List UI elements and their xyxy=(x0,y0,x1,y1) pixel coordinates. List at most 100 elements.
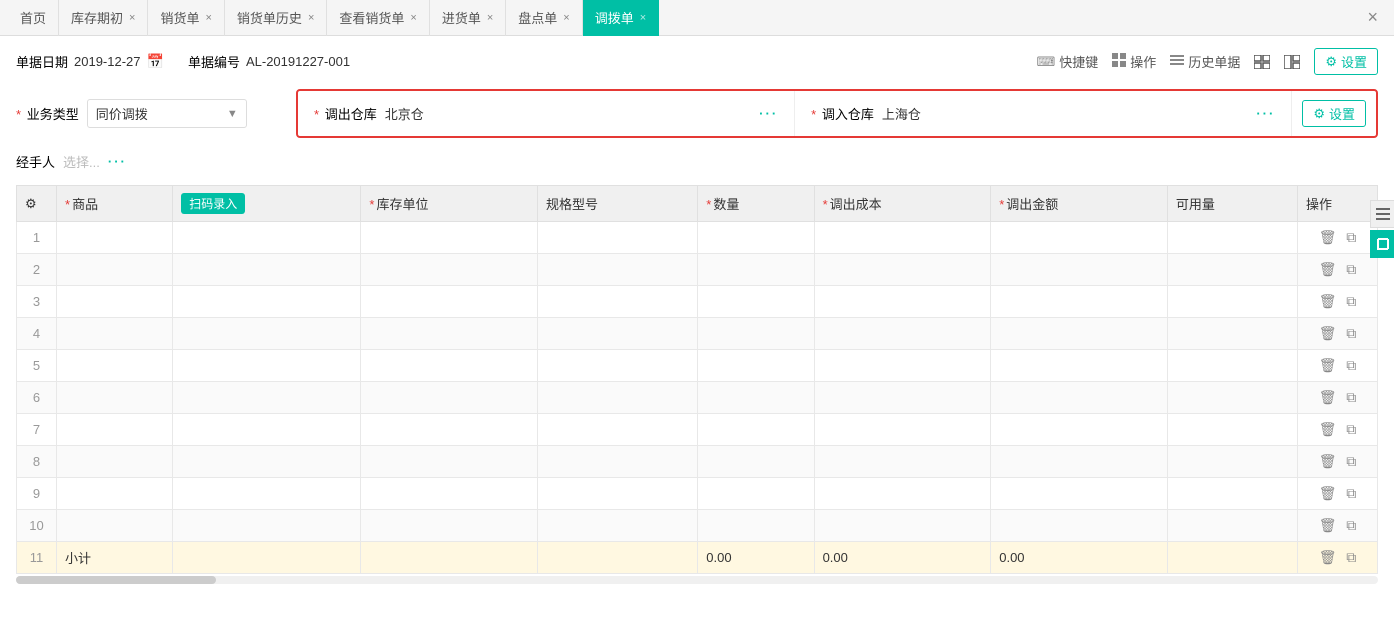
delete-icon[interactable]: 🗑 xyxy=(1319,293,1337,309)
tab-inventory-init[interactable]: 库存期初 × xyxy=(59,0,148,36)
copy-icon[interactable]: ⧉ xyxy=(1346,453,1356,469)
cell-unit[interactable] xyxy=(361,350,538,382)
subtotal-copy-icon[interactable]: ⧉ xyxy=(1346,549,1356,565)
delete-icon[interactable]: 🗑 xyxy=(1319,325,1337,341)
cell-cost[interactable] xyxy=(814,286,991,318)
cell-cost[interactable] xyxy=(814,222,991,254)
scan-button[interactable]: 扫码录入 xyxy=(181,193,245,214)
cell-amount[interactable] xyxy=(991,286,1168,318)
handler-select[interactable]: 选择... xyxy=(63,152,100,171)
settings-button[interactable]: ⚙ 设置 xyxy=(1314,48,1378,75)
cell-amount[interactable] xyxy=(991,382,1168,414)
cell-cost[interactable] xyxy=(814,382,991,414)
cell-cost[interactable] xyxy=(814,478,991,510)
cell-spec[interactable] xyxy=(538,350,698,382)
cell-amount[interactable] xyxy=(991,222,1168,254)
warehouse-out-more-button[interactable]: ··· xyxy=(759,106,778,121)
cell-unit[interactable] xyxy=(361,510,538,542)
cell-amount[interactable] xyxy=(991,510,1168,542)
tab-view-sales[interactable]: 查看销货单 × xyxy=(327,0,429,36)
tab-purchase-order-close[interactable]: × xyxy=(487,12,493,24)
cell-spec[interactable] xyxy=(538,318,698,350)
cell-qty[interactable] xyxy=(698,286,814,318)
cell-spec[interactable] xyxy=(538,414,698,446)
cell-product[interactable] xyxy=(57,382,173,414)
delete-icon[interactable]: 🗑 xyxy=(1319,517,1337,533)
cell-spec[interactable] xyxy=(538,446,698,478)
layout-icon-1[interactable] xyxy=(1254,55,1270,69)
cell-spec[interactable] xyxy=(538,222,698,254)
cell-amount[interactable] xyxy=(991,318,1168,350)
tab-sales-order-close[interactable]: × xyxy=(205,12,211,24)
copy-icon[interactable]: ⧉ xyxy=(1346,229,1356,245)
cell-amount[interactable] xyxy=(991,254,1168,286)
tab-stocktake[interactable]: 盘点单 × xyxy=(506,0,582,36)
cell-qty[interactable] xyxy=(698,254,814,286)
cell-amount[interactable] xyxy=(991,478,1168,510)
cell-product[interactable] xyxy=(57,318,173,350)
float-expand-button[interactable] xyxy=(1370,230,1394,258)
float-list-button[interactable] xyxy=(1370,200,1394,228)
copy-icon[interactable]: ⧉ xyxy=(1346,261,1356,277)
cell-product[interactable] xyxy=(57,414,173,446)
horizontal-scrollbar[interactable] xyxy=(16,576,1378,584)
cell-cost[interactable] xyxy=(814,350,991,382)
cell-qty[interactable] xyxy=(698,318,814,350)
tab-transfer[interactable]: 调拨单 × xyxy=(583,0,659,36)
cell-unit[interactable] xyxy=(361,414,538,446)
copy-icon[interactable]: ⧉ xyxy=(1346,325,1356,341)
delete-icon[interactable]: 🗑 xyxy=(1319,229,1337,245)
warehouse-settings-button[interactable]: ⚙ 设置 xyxy=(1302,100,1366,127)
cell-unit[interactable] xyxy=(361,478,538,510)
cell-qty[interactable] xyxy=(698,350,814,382)
copy-icon[interactable]: ⧉ xyxy=(1346,389,1356,405)
scrollbar-thumb[interactable] xyxy=(16,576,216,584)
operation-action[interactable]: 操作 xyxy=(1112,52,1156,71)
shortcut-action[interactable]: ⌨ 快捷键 xyxy=(1037,52,1099,71)
cell-product[interactable] xyxy=(57,510,173,542)
copy-icon[interactable]: ⧉ xyxy=(1346,357,1356,373)
cell-spec[interactable] xyxy=(538,286,698,318)
cell-unit[interactable] xyxy=(361,382,538,414)
subtotal-delete-icon[interactable]: 🗑 xyxy=(1319,549,1337,565)
cell-unit[interactable] xyxy=(361,318,538,350)
delete-icon[interactable]: 🗑 xyxy=(1319,261,1337,277)
cell-unit[interactable] xyxy=(361,446,538,478)
cell-spec[interactable] xyxy=(538,382,698,414)
delete-icon[interactable]: 🗑 xyxy=(1319,389,1337,405)
cell-qty[interactable] xyxy=(698,414,814,446)
cell-product[interactable] xyxy=(57,350,173,382)
delete-icon[interactable]: 🗑 xyxy=(1319,421,1337,437)
copy-icon[interactable]: ⧉ xyxy=(1346,485,1356,501)
cell-amount[interactable] xyxy=(991,350,1168,382)
tab-inventory-init-close[interactable]: × xyxy=(129,12,135,24)
tab-sales-history-close[interactable]: × xyxy=(308,12,314,24)
tab-sales-history[interactable]: 销货单历史 × xyxy=(225,0,327,36)
delete-icon[interactable]: 🗑 xyxy=(1319,485,1337,501)
cell-qty[interactable] xyxy=(698,222,814,254)
cell-spec[interactable] xyxy=(538,254,698,286)
tab-transfer-close[interactable]: × xyxy=(640,12,646,24)
cell-qty[interactable] xyxy=(698,446,814,478)
cell-spec[interactable] xyxy=(538,478,698,510)
cell-unit[interactable] xyxy=(361,254,538,286)
cell-product[interactable] xyxy=(57,478,173,510)
cell-spec[interactable] xyxy=(538,510,698,542)
cell-product[interactable] xyxy=(57,286,173,318)
cell-amount[interactable] xyxy=(991,414,1168,446)
copy-icon[interactable]: ⧉ xyxy=(1346,293,1356,309)
tab-stocktake-close[interactable]: × xyxy=(563,12,569,24)
tab-purchase-order[interactable]: 进货单 × xyxy=(430,0,506,36)
window-close-button[interactable]: × xyxy=(1359,7,1386,28)
cell-qty[interactable] xyxy=(698,478,814,510)
copy-icon[interactable]: ⧉ xyxy=(1346,421,1356,437)
cell-qty[interactable] xyxy=(698,382,814,414)
handler-more-button[interactable]: ··· xyxy=(108,154,127,169)
cell-cost[interactable] xyxy=(814,510,991,542)
cell-cost[interactable] xyxy=(814,446,991,478)
cell-amount[interactable] xyxy=(991,446,1168,478)
cell-cost[interactable] xyxy=(814,254,991,286)
tab-home[interactable]: 首页 xyxy=(8,0,59,36)
copy-icon[interactable]: ⧉ xyxy=(1346,517,1356,533)
cell-cost[interactable] xyxy=(814,318,991,350)
